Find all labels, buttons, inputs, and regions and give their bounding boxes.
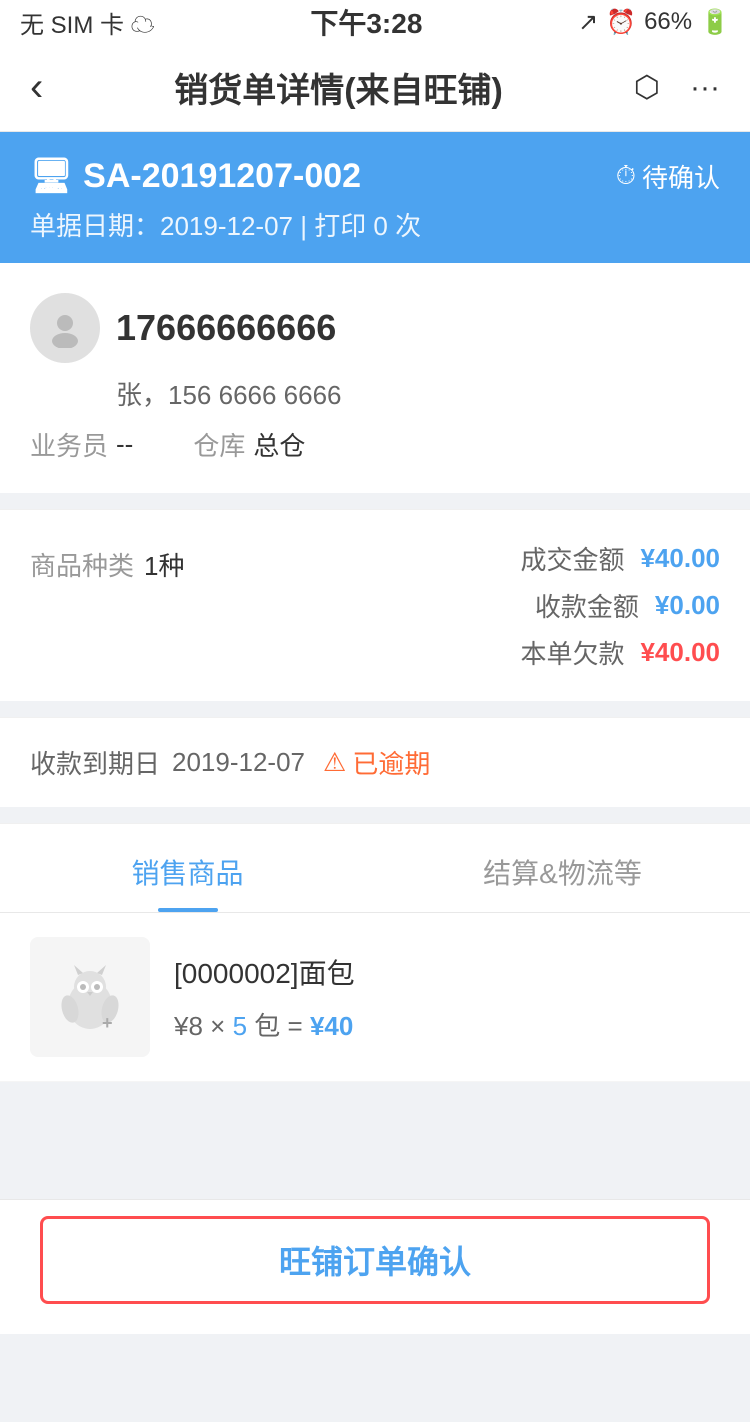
summary-left: 商品种类 1种 <box>30 540 375 583</box>
confirm-button[interactable]: 旺铺订单确认 <box>40 1216 710 1304</box>
customer-card: 17666666666 张，156 6666 6666 业务员 -- 仓库 总仓 <box>0 263 750 493</box>
svg-text:+: + <box>102 1013 113 1033</box>
tab-sales-products[interactable]: 销售商品 <box>0 824 375 912</box>
alarm-icon: ⏰ <box>606 8 636 37</box>
tabs-container: 销售商品 结算&物流等 <box>0 824 750 913</box>
battery-icon: 🔋 <box>700 8 730 37</box>
warehouse-value: 总仓 <box>253 426 305 463</box>
order-id-row: 🖥 SA-20191207-002 ⏱ 待确认 <box>30 156 720 196</box>
customer-meta: 业务员 -- 仓库 总仓 <box>30 426 720 463</box>
order-status-text: 待确认 <box>642 158 720 195</box>
overdue-text: 已逾期 <box>352 744 430 781</box>
customer-row: 17666666666 <box>30 293 720 363</box>
product-list: + [0000002]面包 ¥8 × 5 包 = ¥40 <box>0 913 750 1082</box>
status-right: ↗ ⏰ 66% 🔋 <box>578 8 730 37</box>
product-price: ¥8 × 5 包 = ¥40 <box>174 1006 720 1043</box>
status-left: 无 SIM 卡 ☁ <box>20 5 155 40</box>
clock-icon: ⏱ <box>616 160 636 192</box>
product-name: [0000002]面包 <box>174 952 720 992</box>
product-types-value: 1种 <box>144 546 184 583</box>
order-icon: 🖥 <box>30 156 73 196</box>
deal-amount-label: 成交金额 <box>520 540 624 577</box>
battery-level: 66% <box>644 8 692 36</box>
sales-rep-item: 业务员 -- <box>30 426 133 463</box>
warehouse-item: 仓库 总仓 <box>193 426 305 463</box>
order-status: ⏱ 待确认 <box>616 158 720 195</box>
customer-phone: 17666666666 <box>116 307 336 349</box>
due-date-label: 收款到期日 <box>30 744 160 781</box>
price-x-icon: × <box>210 1011 232 1041</box>
due-date-card: 收款到期日 2019-12-07 ⚠ 已逾期 <box>0 718 750 807</box>
customer-name: 张，156 6666 6666 <box>30 375 720 412</box>
summary-card: 商品种类 1种 成交金额 ¥40.00 收款金额 ¥0.00 本单欠款 ¥40.… <box>0 510 750 701</box>
overdue-badge: ⚠ 已逾期 <box>323 744 430 781</box>
product-unit: 包 <box>254 1011 280 1041</box>
product-item: + [0000002]面包 ¥8 × 5 包 = ¥40 <box>0 913 750 1082</box>
status-bar: 无 SIM 卡 ☁ 下午3:28 ↗ ⏰ 66% 🔋 <box>0 0 750 44</box>
warehouse-label: 仓库 <box>193 426 245 463</box>
tab-settlement-label: 结算&物流等 <box>483 858 642 889</box>
confirm-button-label: 旺铺订单确认 <box>279 1237 471 1283</box>
owed-amount-row: 本单欠款 ¥40.00 <box>520 634 720 671</box>
nav-actions: ⬡ ··· <box>634 70 720 105</box>
tab-sales-products-label: 销售商品 <box>131 858 243 889</box>
order-id: 🖥 SA-20191207-002 <box>30 156 361 196</box>
received-amount-value: ¥0.00 <box>655 590 720 621</box>
bottom-bar: 旺铺订单确认 <box>0 1199 750 1334</box>
owed-amount-label: 本单欠款 <box>520 634 624 671</box>
product-types-label: 商品种类 <box>30 546 134 583</box>
order-id-text: SA-20191207-002 <box>83 157 361 196</box>
sales-rep-value: -- <box>116 429 133 460</box>
sim-status: 无 SIM 卡 ☁ <box>20 5 155 40</box>
due-date-value: 2019-12-07 <box>172 747 305 778</box>
more-icon[interactable]: ··· <box>690 71 720 105</box>
product-qty: 5 <box>233 1011 247 1041</box>
page-title: 销货单详情(来自旺铺) <box>174 63 503 112</box>
nav-bar: ‹ 销货单详情(来自旺铺) ⬡ ··· <box>0 44 750 132</box>
summary-right: 成交金额 ¥40.00 收款金额 ¥0.00 本单欠款 ¥40.00 <box>375 540 720 671</box>
product-image: + <box>30 937 150 1057</box>
order-header: 🖥 SA-20191207-002 ⏱ 待确认 单据日期：2019-12-07 … <box>0 132 750 263</box>
location-icon: ↗ <box>578 8 598 37</box>
tabs: 销售商品 结算&物流等 <box>0 824 750 913</box>
status-time: 下午3:28 <box>310 2 422 42</box>
sales-rep-label: 业务员 <box>30 426 108 463</box>
price-equals-icon: = <box>288 1011 310 1041</box>
order-date: 单据日期：2019-12-07 | 打印 0 次 <box>30 206 720 243</box>
owed-amount-value: ¥40.00 <box>640 637 720 668</box>
product-info: [0000002]面包 ¥8 × 5 包 = ¥40 <box>174 952 720 1043</box>
deal-amount-value: ¥40.00 <box>640 543 720 574</box>
received-amount-label: 收款金额 <box>535 587 639 624</box>
tab-settlement[interactable]: 结算&物流等 <box>375 824 750 912</box>
back-button[interactable]: ‹ <box>30 65 43 110</box>
deal-amount-row: 成交金额 ¥40.00 <box>520 540 720 577</box>
share-icon[interactable]: ⬡ <box>634 70 660 105</box>
product-total: ¥40 <box>310 1011 353 1041</box>
warning-icon: ⚠ <box>323 747 346 778</box>
received-amount-row: 收款金额 ¥0.00 <box>535 587 720 624</box>
product-unit-price: ¥8 <box>174 1011 203 1041</box>
avatar <box>30 293 100 363</box>
